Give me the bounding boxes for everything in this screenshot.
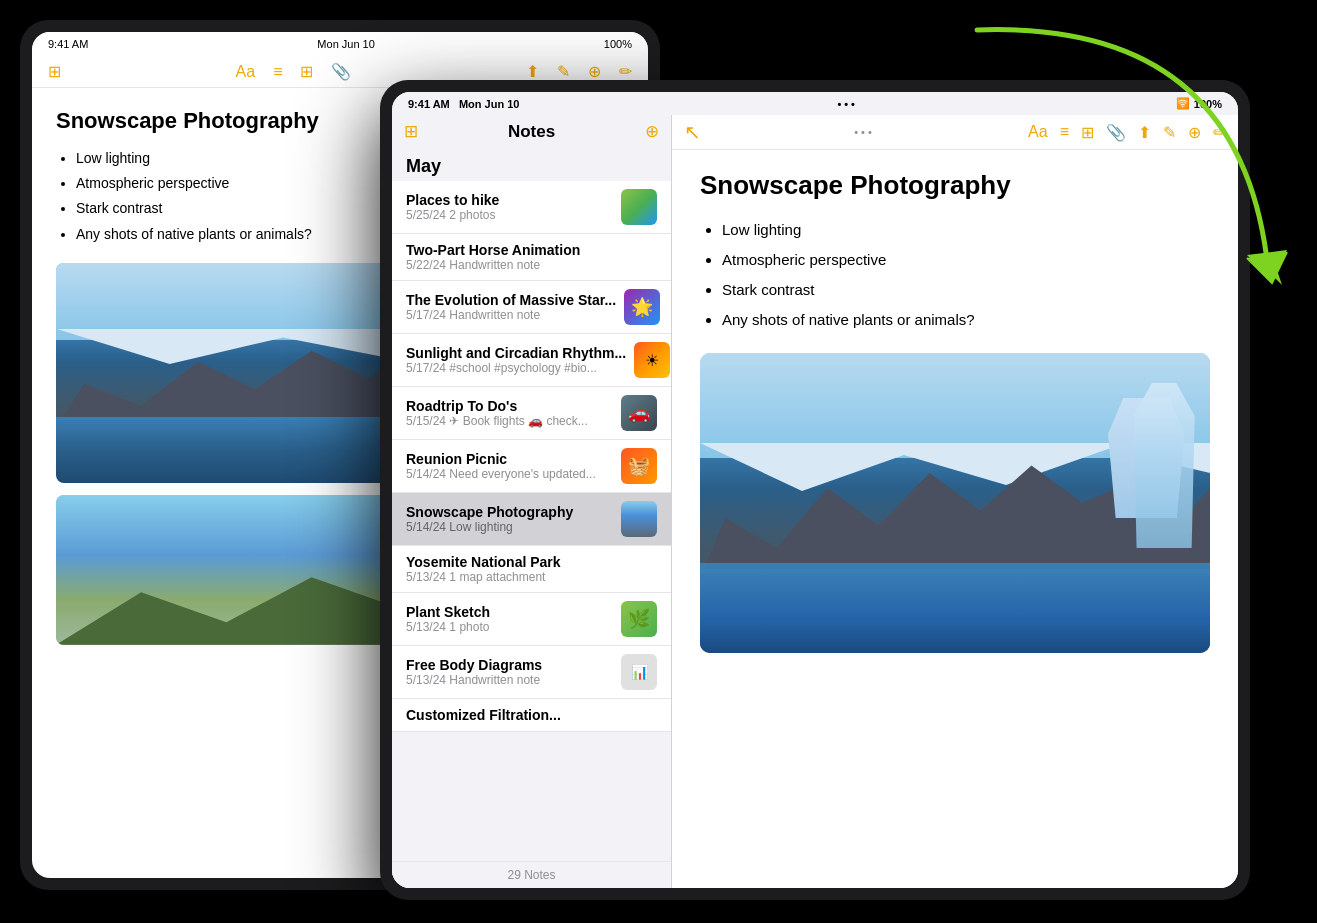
back-time: 9:41 AM [48, 38, 88, 50]
notes-header: ⊞ Notes ⊕ [392, 115, 671, 148]
ipad-front-screen: 9:41 AM Mon Jun 10 ••• 🛜 100% ⊞ Notes ⊕ … [392, 92, 1238, 888]
note-thumb-star: 🌟 [624, 289, 660, 325]
note-item-filtration[interactable]: Customized Filtration... [392, 699, 671, 732]
share-icon[interactable]: ⬆ [526, 62, 539, 81]
notes-section-may: May [392, 148, 671, 181]
notes-footer: 29 Notes [392, 861, 671, 888]
detail-toolbar-left: ↖ [684, 120, 701, 144]
note-item-sunlight[interactable]: Sunlight and Circadian Rhythm... 5/17/24… [392, 334, 671, 387]
compose-icon[interactable]: ✏ [619, 62, 632, 81]
list-format-icon[interactable]: ≡ [273, 63, 282, 81]
front-status-bar: 9:41 AM Mon Jun 10 ••• 🛜 100% [392, 92, 1238, 115]
front-battery-area: 🛜 100% [1176, 97, 1222, 110]
detail-note-title: Snowscape Photography [700, 170, 1210, 201]
back-status-bar: 9:41 AM Mon Jun 10 100% [32, 32, 648, 56]
notes-list[interactable]: Places to hike 5/25/24 2 photos Two-Part… [392, 181, 671, 861]
note-thumb-plant: 🌿 [621, 601, 657, 637]
detail-compose-icon[interactable]: ✏ [1213, 123, 1226, 142]
detail-table-icon[interactable]: ⊞ [1081, 123, 1094, 142]
more-icon[interactable]: ⊕ [588, 62, 601, 81]
detail-more-icon[interactable]: ⊕ [1188, 123, 1201, 142]
notes-list-panel: ⊞ Notes ⊕ May Places to hike 5/25/24 2 p… [392, 115, 672, 888]
sidebar-toggle-icon[interactable]: ⊞ [48, 62, 61, 81]
detail-aa-icon[interactable]: Aa [1028, 123, 1048, 141]
detail-bullet-3: Stark contrast [722, 275, 1210, 305]
note-thumb-sun: ☀ [634, 342, 670, 378]
note-thumb-road: 🚗 [621, 395, 657, 431]
detail-bullet-4: Any shots of native plants or animals? [722, 305, 1210, 335]
note-item-body-diagrams[interactable]: Free Body Diagrams 5/13/24 Handwritten n… [392, 646, 671, 699]
note-thumb-hike [621, 189, 657, 225]
front-main-area: ⊞ Notes ⊕ May Places to hike 5/25/24 2 p… [392, 115, 1238, 888]
front-dots: ••• [837, 98, 858, 110]
detail-list-icon[interactable]: ≡ [1060, 123, 1069, 141]
note-thumb-body: 📊 [621, 654, 657, 690]
detail-bullet-2: Atmospheric perspective [722, 245, 1210, 275]
notes-more-icon[interactable]: ⊕ [645, 121, 659, 142]
detail-toolbar-right: Aa ≡ ⊞ 📎 ⬆ ✎ ⊕ ✏ [1028, 123, 1226, 142]
note-item-places-hike[interactable]: Places to hike 5/25/24 2 photos [392, 181, 671, 234]
detail-bullet-1: Low lighting [722, 215, 1210, 245]
back-arrow-icon[interactable]: ↖ [684, 120, 701, 144]
format-aa-icon[interactable]: Aa [236, 63, 256, 81]
note-item-yosemite[interactable]: Yosemite National Park 5/13/24 1 map att… [392, 546, 671, 593]
note-item-picnic[interactable]: Reunion Picnic 5/14/24 Need everyone's u… [392, 440, 671, 493]
detail-note-bullets: Low lighting Atmospheric perspective Sta… [700, 215, 1210, 335]
detail-attach-icon[interactable]: 📎 [1106, 123, 1126, 142]
detail-snowscape-image [700, 353, 1210, 653]
svg-marker-0 [1247, 250, 1287, 280]
notes-sidebar-icon[interactable]: ⊞ [404, 121, 418, 142]
detail-toolbar: ↖ ••• Aa ≡ ⊞ 📎 ⬆ ✎ ⊕ ✏ [672, 115, 1238, 150]
note-detail-panel: ↖ ••• Aa ≡ ⊞ 📎 ⬆ ✎ ⊕ ✏ [672, 115, 1238, 888]
detail-toolbar-center: ••• [854, 126, 875, 138]
detail-share-icon[interactable]: ⬆ [1138, 123, 1151, 142]
note-thumb-picnic: 🧺 [621, 448, 657, 484]
note-item-star[interactable]: The Evolution of Massive Star... 5/17/24… [392, 281, 671, 334]
back-date: Mon Jun 10 [317, 38, 374, 50]
ipad-front: 9:41 AM Mon Jun 10 ••• 🛜 100% ⊞ Notes ⊕ … [380, 80, 1250, 900]
detail-markup-icon[interactable]: ✎ [1163, 123, 1176, 142]
table-icon[interactable]: ⊞ [300, 62, 313, 81]
note-item-horse[interactable]: Two-Part Horse Animation 5/22/24 Handwri… [392, 234, 671, 281]
note-thumb-snow [621, 501, 657, 537]
front-wifi-icon: 🛜 [1176, 97, 1190, 110]
front-time: 9:41 AM Mon Jun 10 [408, 98, 519, 110]
note-item-roadtrip[interactable]: Roadtrip To Do's 5/15/24 ✈ Book flights … [392, 387, 671, 440]
note-item-plant[interactable]: Plant Sketch 5/13/24 1 photo 🌿 [392, 593, 671, 646]
detail-content: Snowscape Photography Low lighting Atmos… [672, 150, 1238, 888]
markup-icon[interactable]: ✎ [557, 62, 570, 81]
attach-icon[interactable]: 📎 [331, 62, 351, 81]
notes-panel-title: Notes [418, 122, 645, 142]
back-battery: 100% [604, 38, 632, 50]
note-item-snowscape[interactable]: Snowscape Photography 5/14/24 Low lighti… [392, 493, 671, 546]
